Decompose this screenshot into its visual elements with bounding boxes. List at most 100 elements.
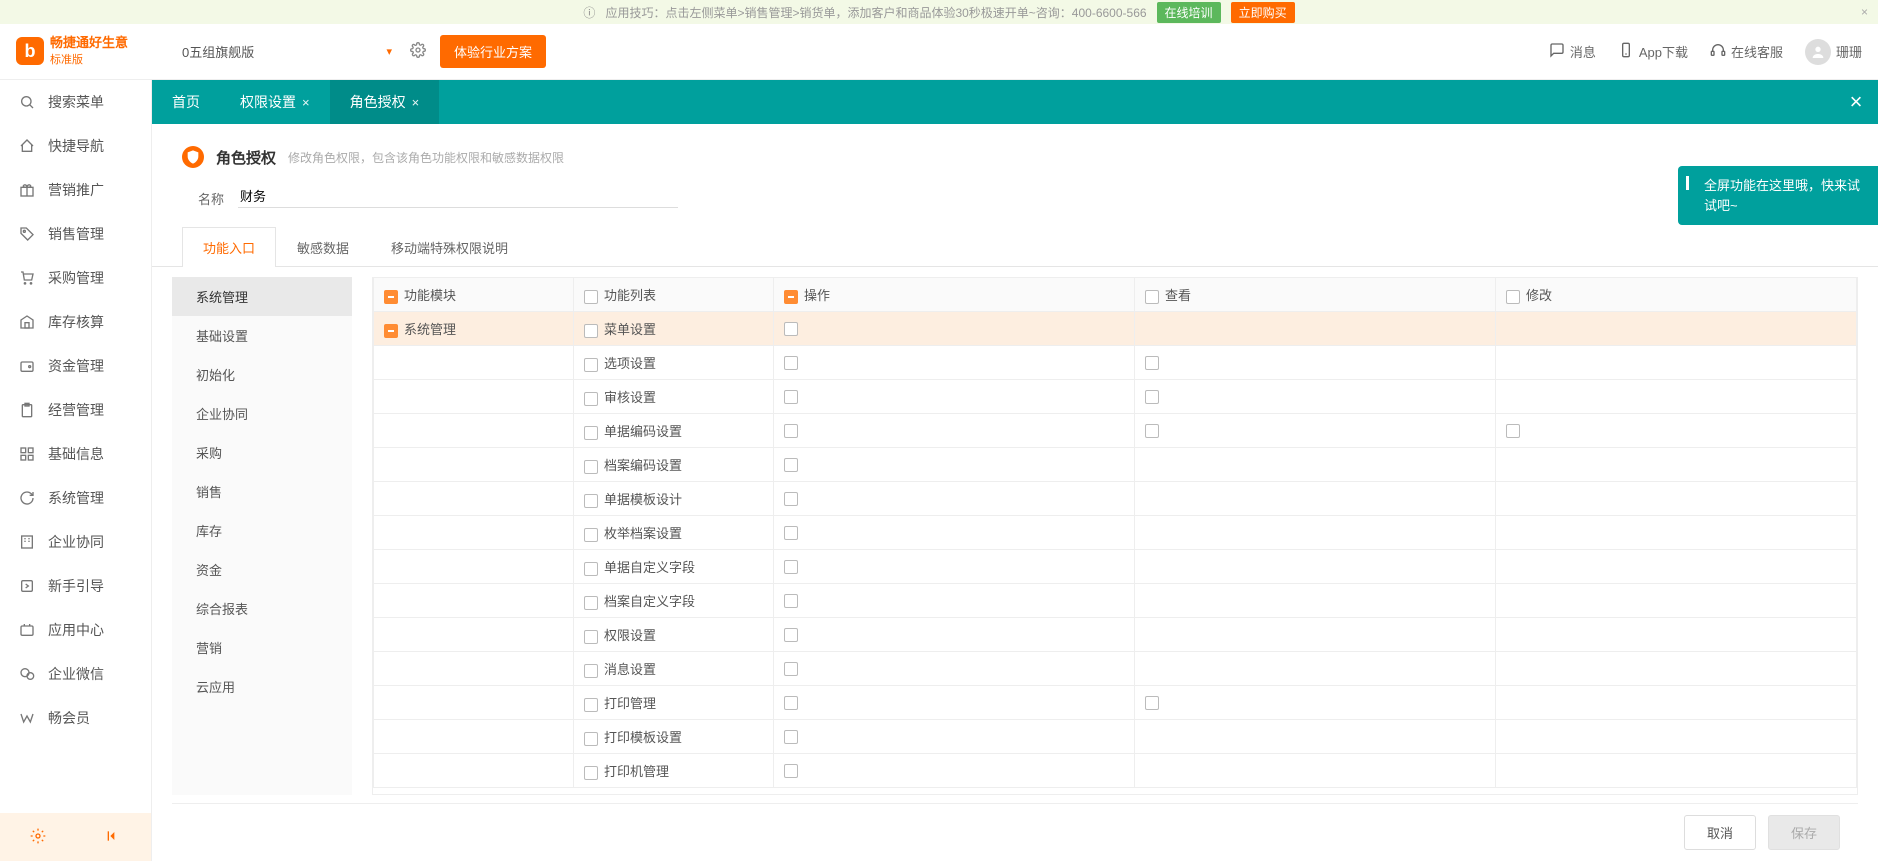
settings-gear-icon[interactable] — [30, 828, 46, 847]
header-checkbox[interactable] — [584, 290, 598, 304]
tab-close-icon[interactable]: × — [412, 95, 420, 110]
sidebar-item-9[interactable]: 系统管理 — [0, 476, 151, 520]
promo-buy-button[interactable]: 立即购买 — [1231, 2, 1295, 23]
row-func-checkbox[interactable] — [584, 698, 598, 712]
sidebar-item-6[interactable]: 资金管理 — [0, 344, 151, 388]
row-func-checkbox[interactable] — [584, 460, 598, 474]
sidebar-item-12[interactable]: 应用中心 — [0, 608, 151, 652]
header-checkbox[interactable] — [384, 290, 398, 304]
sidebar-item-3[interactable]: 销售管理 — [0, 212, 151, 256]
sidebar-item-2[interactable]: 营销推广 — [0, 168, 151, 212]
fullscreen-tip[interactable]: 全屏功能在这里哦，快来试试吧~ — [1678, 166, 1878, 225]
wallet-icon — [18, 357, 36, 375]
name-input[interactable] — [238, 184, 678, 208]
row-func-checkbox[interactable] — [584, 426, 598, 440]
subtab-1[interactable]: 敏感数据 — [276, 227, 370, 267]
perm-checkbox[interactable] — [784, 356, 798, 370]
sidebar-item-7[interactable]: 经营管理 — [0, 388, 151, 432]
sidebar-item-11[interactable]: 新手引导 — [0, 564, 151, 608]
op-checkbox[interactable] — [784, 322, 798, 336]
tab-2[interactable]: 角色授权× — [330, 80, 440, 124]
table-row: 消息设置 — [374, 652, 1857, 686]
category-1[interactable]: 基础设置 — [172, 316, 352, 355]
perm-checkbox[interactable] — [784, 390, 798, 404]
subtab-2[interactable]: 移动端特殊权限说明 — [370, 227, 529, 267]
row-func-checkbox[interactable] — [584, 732, 598, 746]
org-selector[interactable]: 0五组旗舰版 ▾ — [172, 36, 402, 68]
table-row: 打印管理 — [374, 686, 1857, 720]
sidebar-item-13[interactable]: 企业微信 — [0, 652, 151, 696]
org-selected: 0五组旗舰版 — [182, 42, 254, 61]
category-4[interactable]: 采购 — [172, 433, 352, 472]
tab-close-icon[interactable]: × — [302, 95, 310, 110]
header-checkbox[interactable] — [784, 290, 798, 304]
col-header-4: 修改 — [1496, 278, 1857, 312]
perm-checkbox[interactable] — [1145, 356, 1159, 370]
perm-checkbox[interactable] — [784, 764, 798, 778]
sidebar-item-8[interactable]: 基础信息 — [0, 432, 151, 476]
perm-checkbox[interactable] — [784, 492, 798, 506]
cancel-button[interactable]: 取消 — [1684, 815, 1756, 850]
promo-train-button[interactable]: 在线培训 — [1157, 2, 1221, 23]
row-func-checkbox[interactable] — [584, 494, 598, 508]
info-icon: ⓘ — [583, 4, 595, 21]
collapse-icon[interactable] — [105, 828, 121, 847]
sidebar-item-14[interactable]: 畅会员 — [0, 696, 151, 740]
func-checkbox[interactable] — [584, 324, 598, 338]
tab-0[interactable]: 首页 — [152, 80, 220, 124]
row-func-checkbox[interactable] — [584, 528, 598, 542]
row-func-checkbox[interactable] — [584, 630, 598, 644]
category-10[interactable]: 云应用 — [172, 667, 352, 706]
perm-checkbox[interactable] — [1145, 424, 1159, 438]
perm-checkbox[interactable] — [1145, 390, 1159, 404]
sidebar-item-4[interactable]: 采购管理 — [0, 256, 151, 300]
experience-button[interactable]: 体验行业方案 — [440, 35, 546, 68]
header-checkbox[interactable] — [1506, 290, 1520, 304]
row-func-checkbox[interactable] — [584, 664, 598, 678]
user-menu[interactable]: 珊珊 — [1805, 39, 1862, 65]
save-button[interactable]: 保存 — [1768, 815, 1840, 850]
perm-checkbox[interactable] — [784, 424, 798, 438]
sidebar-item-1[interactable]: 快捷导航 — [0, 124, 151, 168]
perm-checkbox[interactable] — [784, 730, 798, 744]
messages-link[interactable]: 消息 — [1549, 42, 1596, 61]
row-func-checkbox[interactable] — [584, 562, 598, 576]
category-0[interactable]: 系统管理 — [172, 277, 352, 316]
logo[interactable]: b 畅捷通好生意 标准版 — [16, 36, 152, 66]
support-link[interactable]: 在线客服 — [1710, 42, 1783, 61]
row-func-checkbox[interactable] — [584, 766, 598, 780]
perm-checkbox[interactable] — [784, 594, 798, 608]
row-func-checkbox[interactable] — [584, 358, 598, 372]
row-func-checkbox[interactable] — [584, 596, 598, 610]
message-icon — [1549, 42, 1565, 61]
perm-checkbox[interactable] — [784, 560, 798, 574]
perm-checkbox[interactable] — [1145, 696, 1159, 710]
promo-close-icon[interactable]: × — [1861, 5, 1868, 19]
category-7[interactable]: 资金 — [172, 550, 352, 589]
row-func-checkbox[interactable] — [584, 392, 598, 406]
tab-1[interactable]: 权限设置× — [220, 80, 330, 124]
category-8[interactable]: 综合报表 — [172, 589, 352, 628]
sidebar-item-0[interactable]: 搜索菜单 — [0, 80, 151, 124]
tab-label: 首页 — [172, 92, 200, 112]
sidebar-item-10[interactable]: 企业协同 — [0, 520, 151, 564]
category-6[interactable]: 库存 — [172, 511, 352, 550]
subtab-0[interactable]: 功能入口 — [182, 227, 276, 267]
perm-checkbox[interactable] — [784, 628, 798, 642]
category-9[interactable]: 营销 — [172, 628, 352, 667]
perm-checkbox[interactable] — [784, 526, 798, 540]
perm-checkbox[interactable] — [784, 458, 798, 472]
avatar-icon — [1805, 39, 1831, 65]
perm-checkbox[interactable] — [784, 662, 798, 676]
perm-checkbox[interactable] — [784, 696, 798, 710]
category-2[interactable]: 初始化 — [172, 355, 352, 394]
sidebar-item-5[interactable]: 库存核算 — [0, 300, 151, 344]
close-all-tabs[interactable]: × — [1834, 80, 1878, 124]
header-checkbox[interactable] — [1145, 290, 1159, 304]
app-download-link[interactable]: App下载 — [1618, 42, 1688, 61]
category-5[interactable]: 销售 — [172, 472, 352, 511]
category-3[interactable]: 企业协同 — [172, 394, 352, 433]
section-checkbox[interactable] — [384, 324, 398, 338]
perm-checkbox[interactable] — [1506, 424, 1520, 438]
settings-icon[interactable] — [410, 42, 426, 61]
